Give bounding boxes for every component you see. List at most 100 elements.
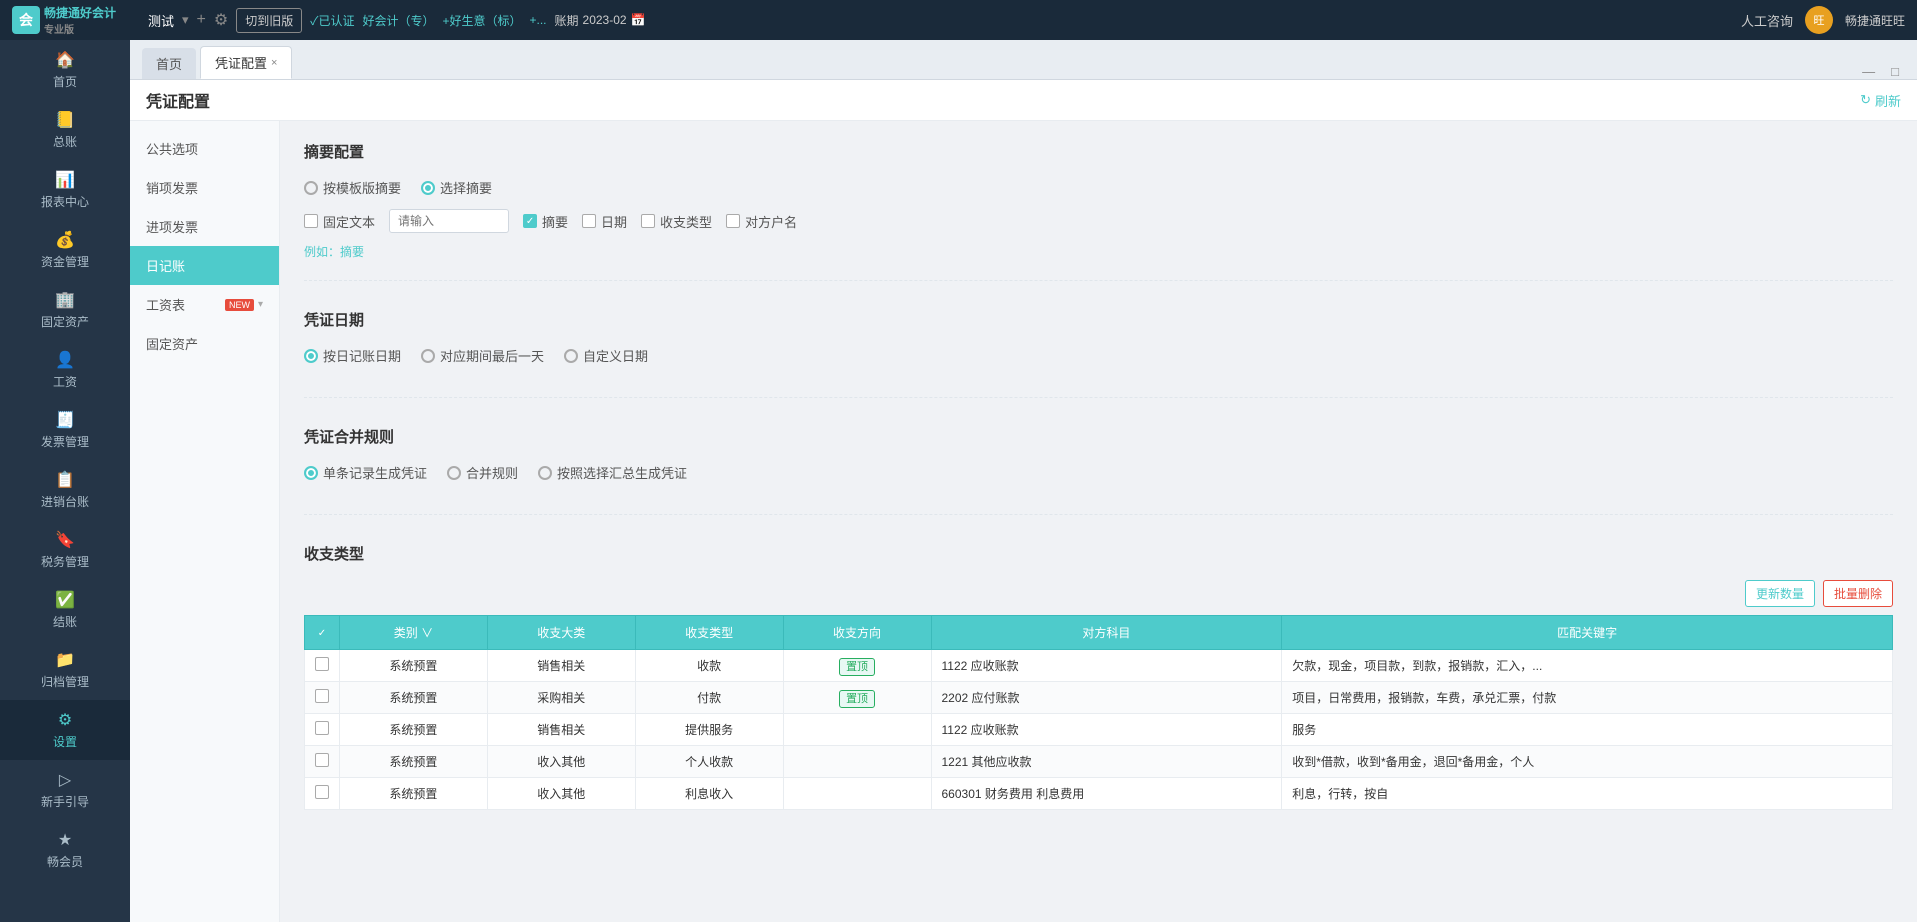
fund-icon: 💰: [55, 230, 75, 250]
sidebar-item-closing[interactable]: ✅ 结账: [0, 580, 130, 640]
topbar-right: 人工咨询 旺 畅捷通旺旺: [1741, 6, 1905, 34]
reset-tag-row2[interactable]: 置顶: [839, 690, 875, 708]
left-nav-sales[interactable]: 销项发票: [130, 168, 279, 207]
date-radio-custom[interactable]: 自定义日期: [564, 346, 648, 365]
row5-major: 收入其他: [487, 778, 635, 810]
sidebar-item-invoice[interactable]: 🧾 发票管理: [0, 400, 130, 460]
add-icon[interactable]: +: [197, 11, 206, 29]
sidebar-item-salary[interactable]: 👤 工资: [0, 340, 130, 400]
purchase-icon: 📋: [55, 470, 75, 490]
row5-keywords: 利息，行转，按自: [1282, 778, 1893, 810]
sidebar-item-fund[interactable]: 💰 资金管理: [0, 220, 130, 280]
settings-icon[interactable]: ⚙: [214, 10, 228, 30]
income-type-box: [641, 214, 655, 228]
date-radio-last[interactable]: 对应期间最后一天: [421, 346, 544, 365]
row4-check[interactable]: [305, 746, 340, 778]
date-radio-journal[interactable]: 按日记账日期: [304, 346, 401, 365]
sidebar-label-asset: 固定资产: [41, 313, 89, 330]
th-category[interactable]: 类别 ∨: [340, 616, 488, 650]
summary-radio-template[interactable]: 按模板版摘要: [304, 178, 401, 197]
sidebar-item-ledger[interactable]: 📒 总账: [0, 100, 130, 160]
summary-radio-group: 按模板版摘要 选择摘要: [304, 178, 1893, 197]
left-nav-journal[interactable]: 日记账: [130, 246, 279, 285]
radio-template-circle: [304, 181, 318, 195]
merge-radio-summary[interactable]: 按照选择汇总生成凭证: [538, 463, 687, 482]
window-maximize-icon[interactable]: □: [1885, 64, 1905, 79]
row1-check[interactable]: [305, 650, 340, 682]
reset-tag-row1[interactable]: 置顶: [839, 658, 875, 676]
topbar: 会 畅捷通好会计 专业版 测试 ▾ + ⚙ 切到旧版 ✓已认证 好会计（专） +…: [0, 0, 1917, 40]
dropdown-arrow[interactable]: ▾: [182, 12, 189, 28]
sidebar-item-settings[interactable]: ⚙ 设置: [0, 700, 130, 760]
sidebar-item-purchase[interactable]: 📋 进销台账: [0, 460, 130, 520]
tab-home[interactable]: 首页: [142, 48, 196, 79]
merge-radio-single-circle: [304, 466, 318, 480]
voucher-date-title: 凭证日期: [304, 309, 1893, 330]
refresh-button[interactable]: ↻ 刷新: [1860, 91, 1901, 110]
row5-category: 系统预置: [340, 778, 488, 810]
merge-rules-section: 凭证合并规则 单条记录生成凭证 合并规则 按照选择汇总生成凭证: [304, 426, 1893, 515]
sidebar-item-home[interactable]: 🏠 首页: [0, 40, 130, 100]
sidebar-item-tax[interactable]: 🔖 税务管理: [0, 520, 130, 580]
sidebar-label-invoice: 发票管理: [41, 433, 89, 450]
update-count-button[interactable]: 更新数量: [1745, 580, 1815, 607]
row4-type: 个人收款: [635, 746, 783, 778]
product-tag2: +好生意（标）: [442, 12, 521, 29]
period-value: 2023-02: [583, 13, 627, 27]
th-keywords: 匹配关键字: [1282, 616, 1893, 650]
row4-account: 1221 其他应收款: [931, 746, 1282, 778]
merge-radio-merge[interactable]: 合并规则: [447, 463, 518, 482]
select-all-checkbox[interactable]: ✓: [315, 626, 329, 640]
calendar-icon[interactable]: 📅: [631, 13, 646, 27]
left-nav-public[interactable]: 公共选项: [130, 129, 279, 168]
sidebar-item-archive[interactable]: 📁 归档管理: [0, 640, 130, 700]
switch-version-button[interactable]: 切到旧版: [236, 8, 302, 33]
table-toolbar: 更新数量 批量删除: [304, 580, 1893, 607]
date-radio-journal-circle: [304, 349, 318, 363]
merge-rules-radio-group: 单条记录生成凭证 合并规则 按照选择汇总生成凭证: [304, 463, 1893, 482]
voucher-date-radio-group: 按日记账日期 对应期间最后一天 自定义日期: [304, 346, 1893, 365]
merge-radio-summary-circle: [538, 466, 552, 480]
row5-check[interactable]: [305, 778, 340, 810]
fixed-text-checkbox[interactable]: 固定文本: [304, 212, 375, 231]
summary-radio-select[interactable]: 选择摘要: [421, 178, 492, 197]
radio-select-circle: [421, 181, 435, 195]
left-nav-fixed-asset[interactable]: 固定资产: [130, 324, 279, 363]
fixed-text-input[interactable]: [389, 209, 509, 233]
tab-close-icon[interactable]: ×: [271, 57, 277, 69]
window-minimize-icon[interactable]: —: [1856, 64, 1881, 79]
company-name: 测试: [148, 11, 174, 30]
tax-icon: 🔖: [55, 530, 75, 550]
merge-radio-single[interactable]: 单条记录生成凭证: [304, 463, 427, 482]
summary-checkbox-row: 固定文本 ✓ 摘要 日期 收支类型: [304, 209, 1893, 233]
logo: 会 畅捷通好会计 专业版: [12, 4, 132, 36]
sidebar-item-member[interactable]: ★ 畅会员: [0, 820, 130, 880]
summary-checkbox[interactable]: ✓ 摘要: [523, 212, 568, 231]
sidebar-label-ledger: 总账: [53, 133, 77, 150]
batch-delete-button[interactable]: 批量删除: [1823, 580, 1893, 607]
row2-check[interactable]: [305, 682, 340, 714]
home-icon: 🏠: [55, 50, 75, 70]
sidebar-item-asset[interactable]: 🏢 固定资产: [0, 280, 130, 340]
left-nav-purchase[interactable]: 进项发票: [130, 207, 279, 246]
sidebar-item-report[interactable]: 📊 报表中心: [0, 160, 130, 220]
left-nav-payroll[interactable]: 工资表 NEW ▾: [130, 285, 279, 324]
summary-example: 例如：摘要: [304, 243, 1893, 260]
inner-layout: 公共选项 销项发票 进项发票 日记账 工资表 NEW ▾: [130, 121, 1917, 922]
row3-check[interactable]: [305, 714, 340, 746]
income-type-checkbox[interactable]: 收支类型: [641, 212, 712, 231]
config-area: 摘要配置 按模板版摘要 选择摘要: [280, 121, 1917, 922]
tab-config[interactable]: 凭证配置 ×: [200, 46, 292, 79]
help-link[interactable]: 人工咨询: [1741, 11, 1793, 30]
date-checkbox[interactable]: 日期: [582, 212, 627, 231]
sidebar-label-fund: 资金管理: [41, 253, 89, 270]
period-label: 账期: [555, 12, 579, 29]
table-row: 系统预置 销售相关 提供服务 1122 应收账款 服务: [305, 714, 1893, 746]
th-checkbox: ✓: [305, 616, 340, 650]
report-icon: 📊: [55, 170, 75, 190]
counterpart-checkbox[interactable]: 对方户名: [726, 212, 797, 231]
sidebar-item-guide[interactable]: ▷ 新手引导: [0, 760, 130, 820]
row1-keywords: 欠款，现金，项目款，到款，报销款，汇入，...: [1282, 650, 1893, 682]
ledger-icon: 📒: [55, 110, 75, 130]
row3-category: 系统预置: [340, 714, 488, 746]
